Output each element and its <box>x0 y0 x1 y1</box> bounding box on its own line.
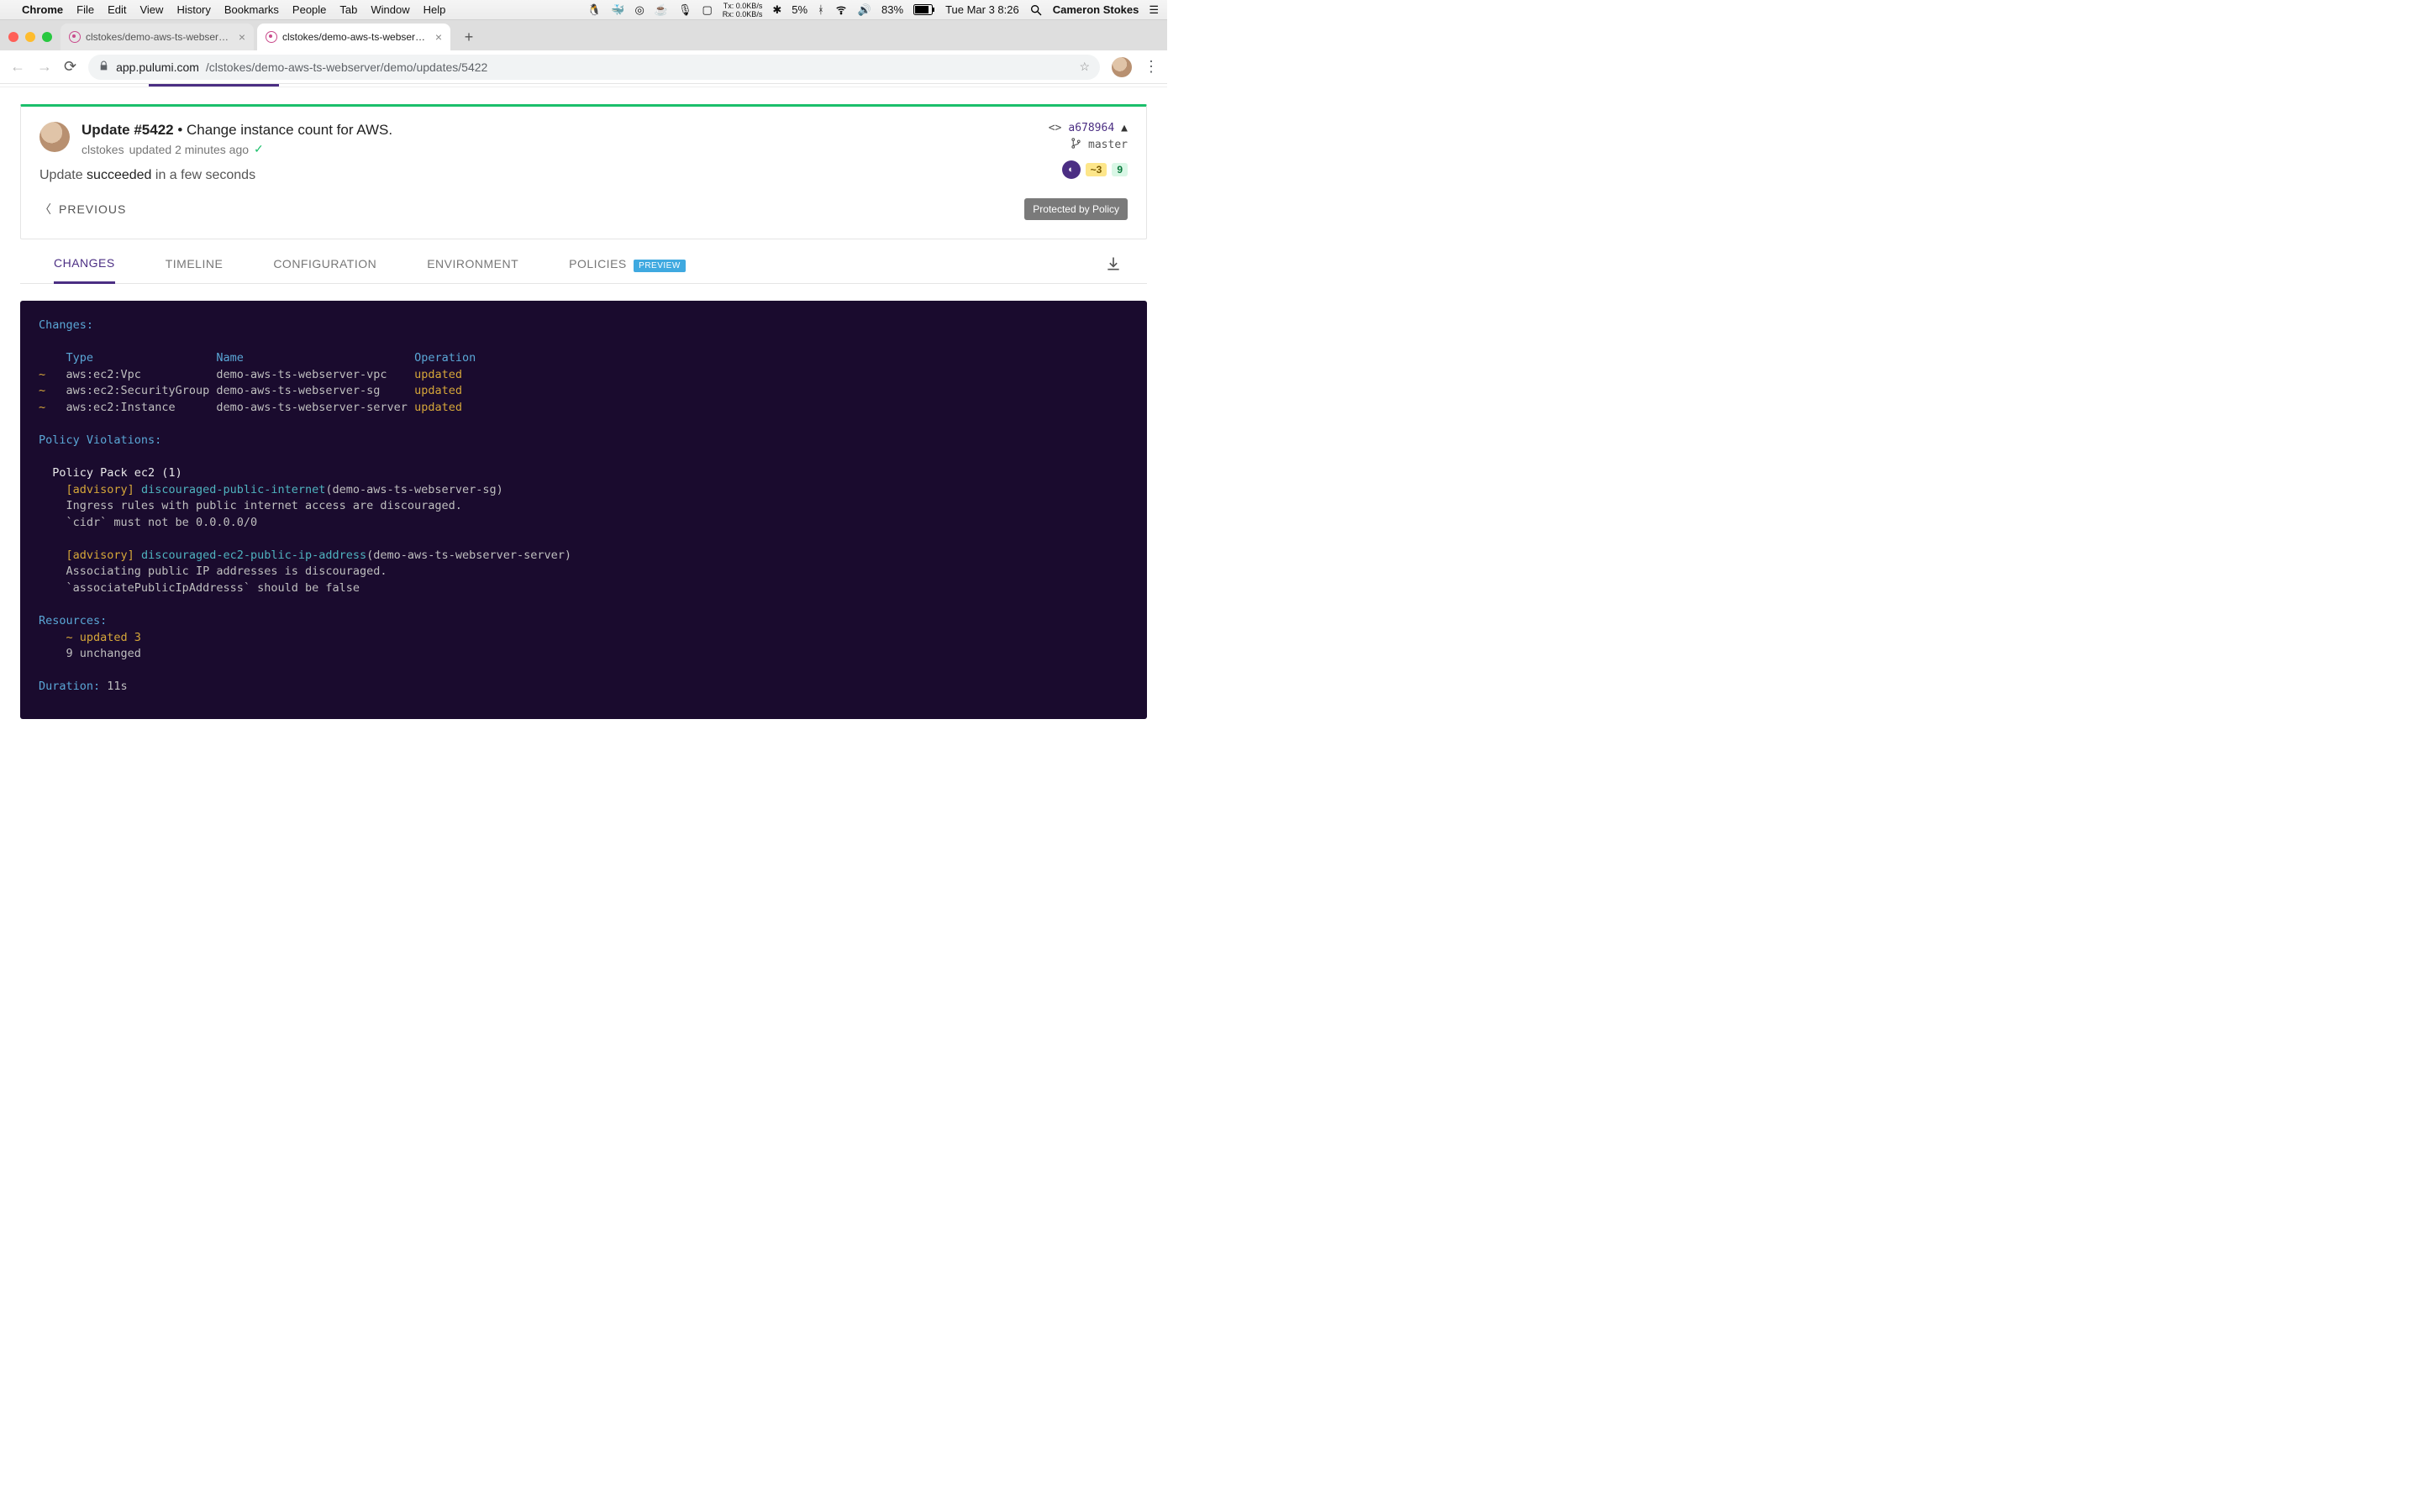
menubar-circles-icon[interactable]: ◎ <box>634 3 644 17</box>
menubar-asterisk-icon[interactable]: ✱ <box>772 3 781 17</box>
favicon-icon <box>69 31 81 43</box>
tab-close-icon[interactable]: × <box>435 30 442 44</box>
tab-environment[interactable]: ENVIRONMENT <box>427 257 518 282</box>
lock-icon <box>98 60 109 74</box>
branch-icon <box>1071 138 1081 152</box>
menubar-tray-icon[interactable]: 🐧 <box>587 3 601 17</box>
menu-view[interactable]: View <box>139 3 163 16</box>
update-title: Update #5422 • Change instance count for… <box>82 122 392 139</box>
macos-menubar: Chrome File Edit View History Bookmarks … <box>0 0 1167 20</box>
wifi-icon[interactable] <box>834 3 848 17</box>
tab-configuration[interactable]: CONFIGURATION <box>273 257 376 282</box>
battery-percent: 83% <box>881 3 903 16</box>
commit-hash[interactable]: a678964 <box>1068 122 1114 134</box>
branch-name[interactable]: master <box>1088 139 1128 151</box>
diff-badge: ~3 <box>1086 163 1107 176</box>
warning-icon: ▲ <box>1121 122 1128 134</box>
new-tab-button[interactable]: + <box>457 25 481 49</box>
download-icon[interactable] <box>1105 255 1122 275</box>
preview-badge: PREVIEW <box>634 260 686 272</box>
code-icon: <> <box>1049 122 1062 134</box>
menubar-app[interactable]: Chrome <box>22 3 63 16</box>
browser-tab[interactable]: clstokes/demo-aws-ts-webserv… × <box>60 24 254 50</box>
tab-policies[interactable]: POLICIES PREVIEW <box>569 257 686 282</box>
tab-title: clstokes/demo-aws-ts-webserv… <box>86 31 234 43</box>
update-card: Update #5422 • Change instance count for… <box>20 104 1147 239</box>
tab-title: clstokes/demo-aws-ts-webserv… <box>282 31 430 43</box>
menubar-airplay-icon[interactable]: ▢ <box>702 3 712 17</box>
favicon-icon <box>266 31 277 43</box>
menubar-cup-icon[interactable]: ☕ <box>655 3 668 17</box>
bluetooth-icon[interactable]: ᚼ <box>818 3 824 16</box>
profile-avatar[interactable] <box>1112 57 1132 77</box>
menu-file[interactable]: File <box>76 3 94 16</box>
menubar-user[interactable]: Cameron Stokes <box>1053 3 1139 16</box>
previous-update-link[interactable]: 〈 PREVIOUS <box>39 201 126 218</box>
menubar-docker-icon[interactable]: 🐳 <box>611 3 624 17</box>
menubar-mic-icon[interactable]: 🎙 <box>678 3 692 17</box>
menu-help[interactable]: Help <box>424 3 446 16</box>
clock[interactable]: Tue Mar 3 8:26 <box>945 3 1019 16</box>
menu-edit[interactable]: Edit <box>108 3 126 16</box>
cpu-percent: 5% <box>792 3 808 16</box>
volume-icon[interactable]: 🔊 <box>858 3 871 17</box>
network-rate: Tx: 0.0KB/s Rx: 0.0KB/s <box>723 2 763 18</box>
author-avatar <box>39 122 70 152</box>
menu-tab[interactable]: Tab <box>339 3 357 16</box>
menubar-list-icon[interactable]: ☰ <box>1149 3 1159 17</box>
forward-button[interactable]: → <box>37 58 52 76</box>
url-domain: app.pulumi.com <box>116 60 199 74</box>
menu-window[interactable]: Window <box>371 3 409 16</box>
url-path: /clstokes/demo-aws-ts-webserver/demo/upd… <box>206 60 487 74</box>
spotlight-icon[interactable] <box>1029 3 1043 17</box>
browser-toolbar: ← → ⟳ app.pulumi.com/clstokes/demo-aws-t… <box>0 50 1167 84</box>
check-icon: ✓ <box>254 142 264 156</box>
content-tabs: CHANGES TIMELINE CONFIGURATION ENVIRONME… <box>20 239 1147 284</box>
window-minimize[interactable] <box>25 32 35 42</box>
tab-changes[interactable]: CHANGES <box>54 256 115 284</box>
policy-shield-icon[interactable]: ◐ <box>1062 160 1081 179</box>
menu-people[interactable]: People <box>292 3 326 16</box>
reload-button[interactable]: ⟳ <box>64 58 76 76</box>
window-close[interactable] <box>8 32 18 42</box>
address-bar[interactable]: app.pulumi.com/clstokes/demo-aws-ts-webs… <box>88 55 1100 80</box>
update-subtitle: clstokes updated 2 minutes ago ✓ <box>82 142 392 156</box>
window-controls <box>8 32 60 50</box>
menu-bookmarks[interactable]: Bookmarks <box>224 3 279 16</box>
author-name[interactable]: clstokes <box>82 143 124 156</box>
tab-timeline[interactable]: TIMELINE <box>166 257 224 282</box>
changes-terminal: Changes: Type Name Operation ~ aws:ec2:V… <box>20 301 1147 719</box>
resource-count-badge: 9 <box>1112 163 1128 176</box>
window-zoom[interactable] <box>42 32 52 42</box>
update-status: Update succeeded in a few seconds <box>39 168 1128 183</box>
tab-close-icon[interactable]: × <box>239 30 245 44</box>
browser-menu-icon[interactable]: ⋮ <box>1144 58 1157 76</box>
browser-tabbar: clstokes/demo-aws-ts-webserv… × clstokes… <box>0 20 1167 50</box>
chevron-left-icon: 〈 <box>39 201 52 218</box>
star-icon[interactable]: ☆ <box>1079 60 1090 74</box>
menu-history[interactable]: History <box>176 3 210 16</box>
battery-icon[interactable] <box>913 4 935 15</box>
back-button[interactable]: ← <box>10 58 25 76</box>
commit-meta: <> a678964 ▲ master <box>1049 122 1128 155</box>
policy-tooltip: Protected by Policy <box>1024 198 1128 220</box>
browser-tab[interactable]: clstokes/demo-aws-ts-webserv… × <box>257 24 450 50</box>
